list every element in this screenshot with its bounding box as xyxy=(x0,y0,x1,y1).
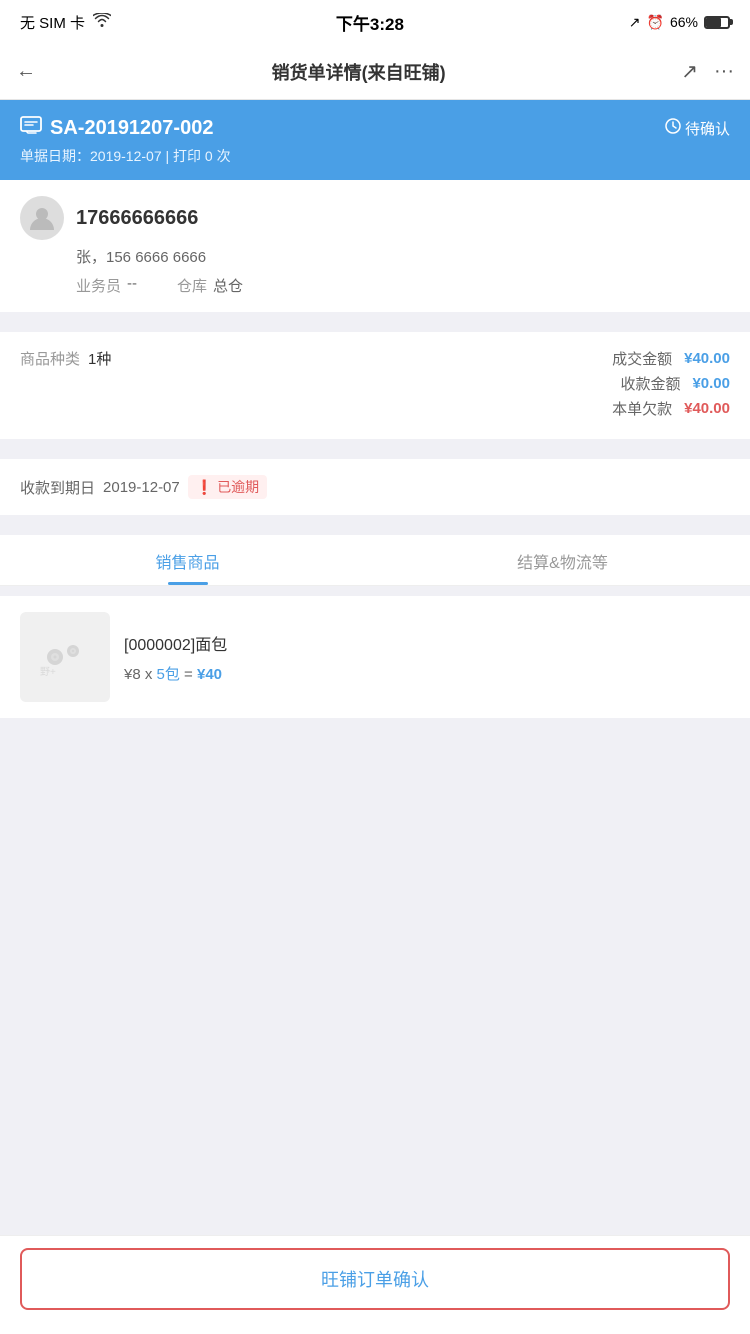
owed-row: 本单欠款 ¥40.00 xyxy=(612,398,730,419)
product-title: 面包 xyxy=(195,637,227,654)
product-info: [0000002]面包 ¥8 x 5包 = ¥40 xyxy=(124,631,730,684)
owed-label: 本单欠款 xyxy=(612,398,672,419)
product-card: 野+ [0000002]面包 ¥8 x 5包 = ¥40 xyxy=(0,596,750,718)
overdue-text: 已逾期 xyxy=(217,477,259,497)
due-date: 2019-12-07 xyxy=(103,479,180,496)
divider-3 xyxy=(0,525,750,535)
battery-icon xyxy=(704,16,730,29)
type-value: 1种 xyxy=(88,348,111,369)
empty-area xyxy=(0,718,750,918)
received-value: ¥0.00 xyxy=(692,375,730,392)
status-bar: 无 SIM 卡 下午3:28 ↗ ⏰ 66% xyxy=(0,0,750,44)
amount-row: 成交金额 ¥40.00 xyxy=(612,348,730,369)
received-label: 收款金额 xyxy=(620,373,680,394)
tabs-row: 销售商品 结算&物流等 xyxy=(0,535,750,586)
order-header: SA-20191207-002 待确认 单据日期：2019-12-07 | 打印… xyxy=(0,100,750,180)
salesperson-item: 业务员 -- xyxy=(76,275,137,296)
order-id: SA-20191207-002 xyxy=(20,116,213,140)
status-right: ↗ ⏰ 66% xyxy=(629,14,730,31)
amount-label: 成交金额 xyxy=(612,348,672,369)
confirm-button[interactable]: 旺铺订单确认 xyxy=(20,1248,730,1310)
nav-actions: ↗ ··· xyxy=(681,59,734,84)
status-time: 下午3:28 xyxy=(336,10,404,35)
summary-right: 成交金额 ¥40.00 收款金额 ¥0.00 本单欠款 ¥40.00 xyxy=(612,348,730,423)
customer-phone: 17666666666 xyxy=(76,207,198,230)
salesperson-label: 业务员 xyxy=(76,275,121,296)
equals-sign: = xyxy=(184,666,193,683)
divider-2 xyxy=(0,449,750,459)
carrier-text: 无 SIM 卡 xyxy=(20,12,85,33)
share-button[interactable]: ↗ xyxy=(681,59,698,84)
warehouse-label: 仓库 xyxy=(177,275,207,296)
product-name: [0000002]面包 xyxy=(124,631,730,655)
product-thumbnail: 野+ xyxy=(20,612,110,702)
product-code: [0000002] xyxy=(124,637,195,654)
bottom-bar: 旺铺订单确认 xyxy=(0,1235,750,1334)
status-left: 无 SIM 卡 xyxy=(20,12,111,33)
overdue-icon: ❗ xyxy=(196,479,213,496)
order-status: 待确认 xyxy=(665,118,730,139)
tab-settlement[interactable]: 结算&物流等 xyxy=(375,535,750,585)
owed-value: ¥40.00 xyxy=(684,400,730,417)
status-text: 待确认 xyxy=(685,118,730,139)
warehouse-value: 总仓 xyxy=(213,275,243,296)
more-button[interactable]: ··· xyxy=(714,60,734,83)
received-row: 收款金额 ¥0.00 xyxy=(612,373,730,394)
warehouse-item: 仓库 总仓 xyxy=(177,275,243,296)
summary-left: 商品种类 1种 xyxy=(20,348,111,369)
price-total: ¥40 xyxy=(197,666,222,683)
status-clock-icon xyxy=(665,118,681,138)
customer-top: 17666666666 xyxy=(20,196,730,240)
price-qty: 5包 xyxy=(157,666,180,683)
customer-card: 17666666666 张，156 6666 6666 业务员 -- 仓库 总仓 xyxy=(0,180,750,312)
svg-text:野+: 野+ xyxy=(40,666,56,677)
avatar xyxy=(20,196,64,240)
tab-sales[interactable]: 销售商品 xyxy=(0,535,375,585)
location-icon: ↗ xyxy=(629,14,641,31)
wifi-icon xyxy=(93,13,111,31)
customer-meta: 业务员 -- 仓库 总仓 xyxy=(76,275,730,296)
due-label: 收款到期日 xyxy=(20,477,95,498)
back-button[interactable]: ← xyxy=(16,60,36,83)
summary-card: 商品种类 1种 成交金额 ¥40.00 收款金额 ¥0.00 本单欠款 ¥40.… xyxy=(0,332,750,439)
order-date: 单据日期：2019-12-07 | 打印 0 次 xyxy=(20,146,730,166)
price-label: ¥8 x xyxy=(124,666,152,683)
type-label: 商品种类 xyxy=(20,348,80,369)
salesperson-value: -- xyxy=(127,275,137,296)
battery-text: 66% xyxy=(670,14,698,30)
amount-value: ¥40.00 xyxy=(684,350,730,367)
divider-1 xyxy=(0,322,750,332)
alarm-icon: ⏰ xyxy=(647,14,664,31)
product-price: ¥8 x 5包 = ¥40 xyxy=(124,663,730,684)
page-title: 销货单详情(来自旺铺) xyxy=(272,59,446,85)
tabs-container: 销售商品 结算&物流等 xyxy=(0,535,750,586)
overdue-badge: ❗ 已逾期 xyxy=(188,475,267,499)
due-date-card: 收款到期日 2019-12-07 ❗ 已逾期 xyxy=(0,459,750,515)
order-id-row: SA-20191207-002 待确认 xyxy=(20,116,730,140)
nav-bar: ← 销货单详情(来自旺铺) ↗ ··· xyxy=(0,44,750,100)
customer-name: 张，156 6666 6666 xyxy=(76,246,730,267)
order-id-icon xyxy=(20,116,42,140)
